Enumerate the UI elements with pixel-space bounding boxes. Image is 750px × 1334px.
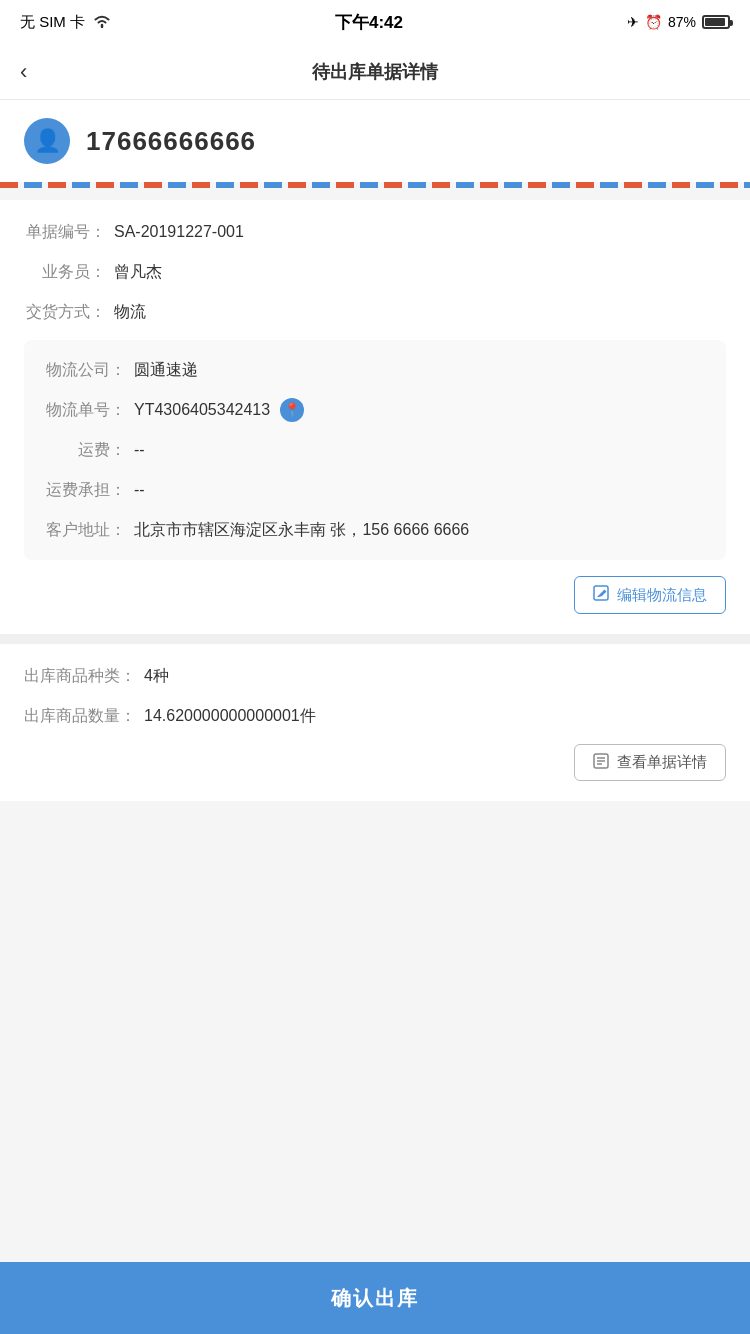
view-details-container: 查看单据详情 [24,744,726,781]
product-types-row: 出库商品种类： 4种 [24,664,726,688]
confirm-outbound-button[interactable]: 确认出库 [331,1285,419,1312]
logistics-company-label: 物流公司： [44,358,134,382]
dashed-divider [0,182,750,188]
product-quantity-label: 出库商品数量： [24,704,144,728]
edit-logistics-label: 编辑物流信息 [617,586,707,605]
salesman-value: 曾凡杰 [114,260,726,284]
order-info-section: 单据编号： SA-20191227-001 业务员： 曾凡杰 交货方式： 物流 … [0,200,750,634]
status-left: 无 SIM 卡 [20,13,111,32]
freight-bearer-row: 运费承担： -- [44,478,706,502]
back-button[interactable]: ‹ [20,59,27,85]
freight-row: 运费： -- [44,438,706,462]
salesman-row: 业务员： 曾凡杰 [24,260,726,284]
user-phone: 17666666666 [86,126,256,157]
location-status-icon: ✈ [627,14,639,30]
product-section: 出库商品种类： 4种 出库商品数量： 14.620000000000001件 查… [0,644,750,801]
product-quantity-row: 出库商品数量： 14.620000000000001件 [24,704,726,728]
section-divider [0,634,750,644]
view-details-label: 查看单据详情 [617,753,707,772]
view-details-button[interactable]: 查看单据详情 [574,744,726,781]
wifi-icon [93,14,111,31]
logistics-card: 物流公司： 圆通速递 物流单号： YT4306405342413 📍 运费： -… [24,340,726,560]
status-bar: 无 SIM 卡 下午4:42 ✈ ⏰ 87% [0,0,750,44]
delivery-method-value: 物流 [114,300,726,324]
address-label: 客户地址： [44,518,134,542]
document-number-row: 单据编号： SA-20191227-001 [24,220,726,244]
tracking-number-value: YT4306405342413 📍 [134,398,706,422]
confirm-button-bar: 确认出库 [0,1262,750,1334]
product-types-value: 4种 [144,664,726,688]
delivery-method-row: 交货方式： 物流 [24,300,726,324]
freight-bearer-value: -- [134,478,706,502]
map-pin-icon[interactable]: 📍 [280,398,304,422]
battery-bar [702,15,730,29]
freight-value: -- [134,438,706,462]
edit-logistics-button[interactable]: 编辑物流信息 [574,576,726,614]
product-types-label: 出库商品种类： [24,664,144,688]
salesman-label: 业务员： [24,260,114,284]
delivery-method-label: 交货方式： [24,300,114,324]
nav-bar: ‹ 待出库单据详情 [0,44,750,100]
document-number-label: 单据编号： [24,220,114,244]
product-quantity-value: 14.620000000000001件 [144,704,726,728]
freight-bearer-label: 运费承担： [44,478,134,502]
edit-logistics-container: 编辑物流信息 [24,576,726,614]
user-row: 👤 17666666666 [0,100,750,182]
user-avatar: 👤 [24,118,70,164]
avatar-icon: 👤 [34,128,61,154]
alarm-icon: ⏰ [645,14,662,30]
page-title: 待出库单据详情 [312,60,438,84]
document-number-value: SA-20191227-001 [114,220,726,244]
freight-label: 运费： [44,438,134,462]
battery-percent: 87% [668,14,696,30]
status-time: 下午4:42 [335,11,403,34]
edit-icon [593,585,609,605]
address-row: 客户地址： 北京市市辖区海淀区永丰南 张，156 6666 6666 [44,518,706,542]
carrier-label: 无 SIM 卡 [20,13,85,32]
tracking-number-label: 物流单号： [44,398,134,422]
details-icon [593,753,609,772]
bottom-space [0,801,750,961]
logistics-company-value: 圆通速递 [134,358,706,382]
tracking-number-row: 物流单号： YT4306405342413 📍 [44,398,706,422]
logistics-company-row: 物流公司： 圆通速递 [44,358,706,382]
status-right: ✈ ⏰ 87% [627,14,730,30]
address-value: 北京市市辖区海淀区永丰南 张，156 6666 6666 [134,518,706,542]
